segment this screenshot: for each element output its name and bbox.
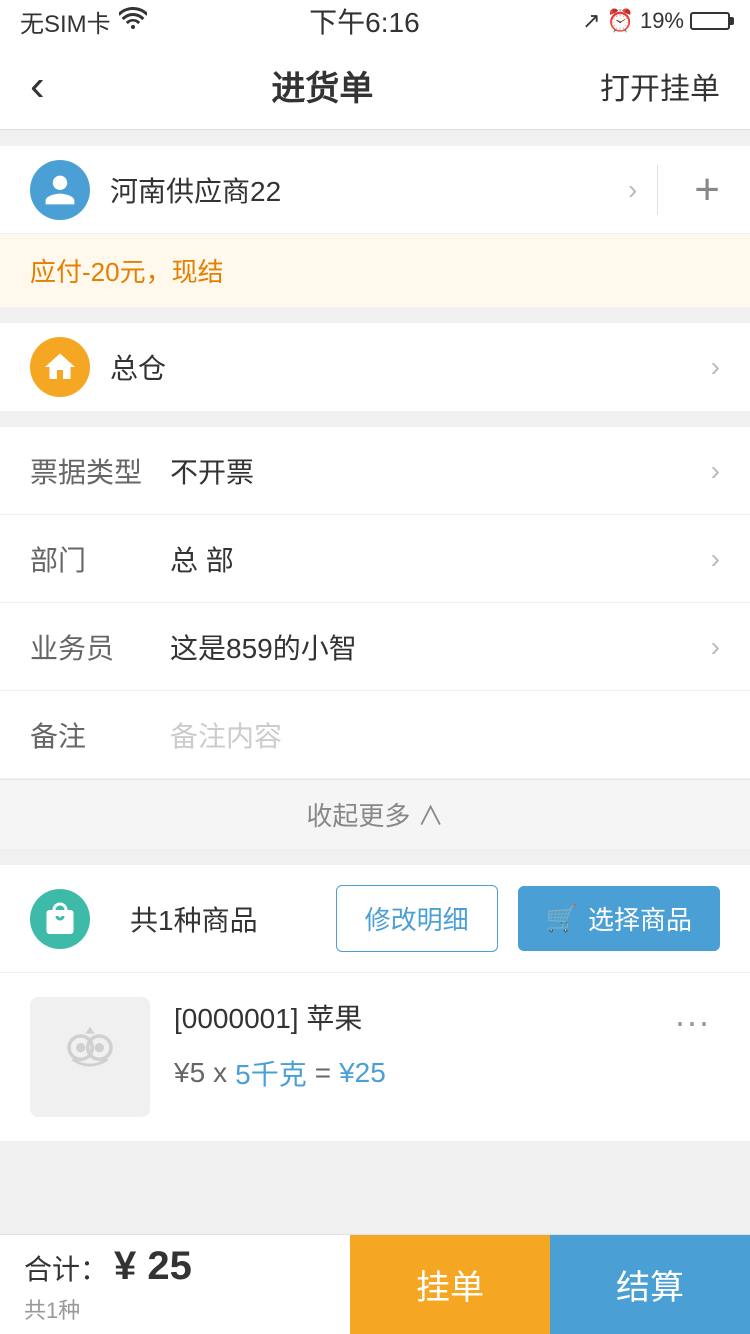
product-item: [0000001] 苹果 ¥5 x 5千克 = ¥25 ···	[0, 973, 750, 1141]
remark-row[interactable]: 备注 备注内容	[0, 691, 750, 779]
warehouse-name: 总仓	[110, 347, 701, 387]
product-thumbnail	[30, 997, 150, 1117]
supplier-icon	[30, 160, 90, 220]
total-section: 合计： ¥ 25 共1种	[0, 1235, 350, 1334]
product-price-row: ¥5 x 5千克 = ¥25	[174, 1053, 640, 1093]
spacer-1	[0, 130, 750, 146]
cart-icon: 🛒	[546, 903, 578, 934]
supplier-section: 河南供应商22 › + 应付-20元，现结	[0, 146, 750, 307]
select-product-button[interactable]: 🛒 选择商品	[518, 886, 720, 951]
checkout-button[interactable]: 结算	[550, 1235, 750, 1334]
divider	[657, 165, 658, 215]
product-header: 共1种商品 修改明细 🛒 选择商品	[0, 865, 750, 972]
department-row[interactable]: 部门 总 部 ›	[0, 515, 750, 603]
open-hang-button[interactable]: 打开挂单	[600, 64, 720, 108]
item-total: ¥25	[339, 1057, 386, 1089]
notice-bar: 应付-20元，现结	[0, 234, 750, 307]
bottom-bar: 合计： ¥ 25 共1种 挂单 结算	[0, 1234, 750, 1334]
battery-icon	[690, 12, 730, 30]
department-label: 部门	[30, 539, 160, 579]
supplier-row[interactable]: 河南供应商22 › +	[0, 146, 750, 234]
remark-placeholder: 备注内容	[160, 715, 720, 755]
battery-percent: 19%	[640, 8, 684, 34]
salesperson-row[interactable]: 业务员 这是859的小智 ›	[0, 603, 750, 691]
ticket-type-row[interactable]: 票据类型 不开票 ›	[0, 427, 750, 515]
product-count: 共1种商品	[130, 899, 316, 939]
product-info: [0000001] 苹果 ¥5 x 5千克 = ¥25	[174, 997, 640, 1117]
status-bar: 无SIM卡 下午6:16 ↗ ⏰ 19%	[0, 0, 750, 42]
salesperson-value: 这是859的小智	[160, 627, 711, 667]
ticket-type-chevron: ›	[711, 455, 720, 487]
ticket-type-label: 票据类型	[30, 451, 160, 491]
warehouse-section: 总仓 ›	[0, 323, 750, 411]
warehouse-icon	[30, 337, 90, 397]
nav-bar: ‹ 进货单 打开挂单	[0, 42, 750, 130]
back-button[interactable]: ‹	[30, 61, 45, 111]
salesperson-chevron: ›	[711, 631, 720, 663]
ticket-type-value: 不开票	[160, 451, 711, 491]
edit-detail-button[interactable]: 修改明细	[336, 885, 498, 952]
status-time: 下午6:16	[309, 1, 420, 41]
department-chevron: ›	[711, 543, 720, 575]
total-amount: ¥ 25	[114, 1244, 192, 1289]
wifi-icon	[119, 7, 147, 36]
warehouse-chevron: ›	[711, 351, 720, 383]
quantity: 5千克	[235, 1053, 307, 1093]
hang-button[interactable]: 挂单	[350, 1235, 550, 1334]
alarm-icon: ⏰	[607, 8, 634, 34]
collapse-toggle[interactable]: 收起更多 ∧	[0, 779, 750, 849]
total-label: 合计：	[24, 1248, 108, 1288]
status-signal: 无SIM卡	[20, 4, 147, 39]
department-value: 总 部	[160, 539, 711, 579]
unit-price: ¥5	[174, 1057, 205, 1089]
supplier-chevron: ›	[628, 174, 637, 206]
salesperson-label: 业务员	[30, 627, 160, 667]
supplier-name: 河南供应商22	[110, 170, 618, 210]
location-icon: ↗	[582, 8, 600, 34]
product-name: [0000001] 苹果	[174, 997, 640, 1037]
form-section: 票据类型 不开票 › 部门 总 部 › 业务员 这是859的小智 › 备注 备注…	[0, 427, 750, 849]
sim-label: 无SIM卡	[20, 4, 111, 39]
add-supplier-button[interactable]: +	[694, 168, 720, 212]
equals-sign: =	[315, 1057, 331, 1089]
total-count: 共1种	[24, 1293, 326, 1325]
remark-label: 备注	[30, 715, 160, 755]
status-right: ↗ ⏰ 19%	[582, 8, 730, 34]
warehouse-row[interactable]: 总仓 ›	[0, 323, 750, 411]
product-icon	[30, 889, 90, 949]
page-title: 进货单	[271, 61, 373, 110]
product-more-button[interactable]: ···	[664, 997, 720, 1047]
multiply-sign: x	[213, 1057, 227, 1089]
